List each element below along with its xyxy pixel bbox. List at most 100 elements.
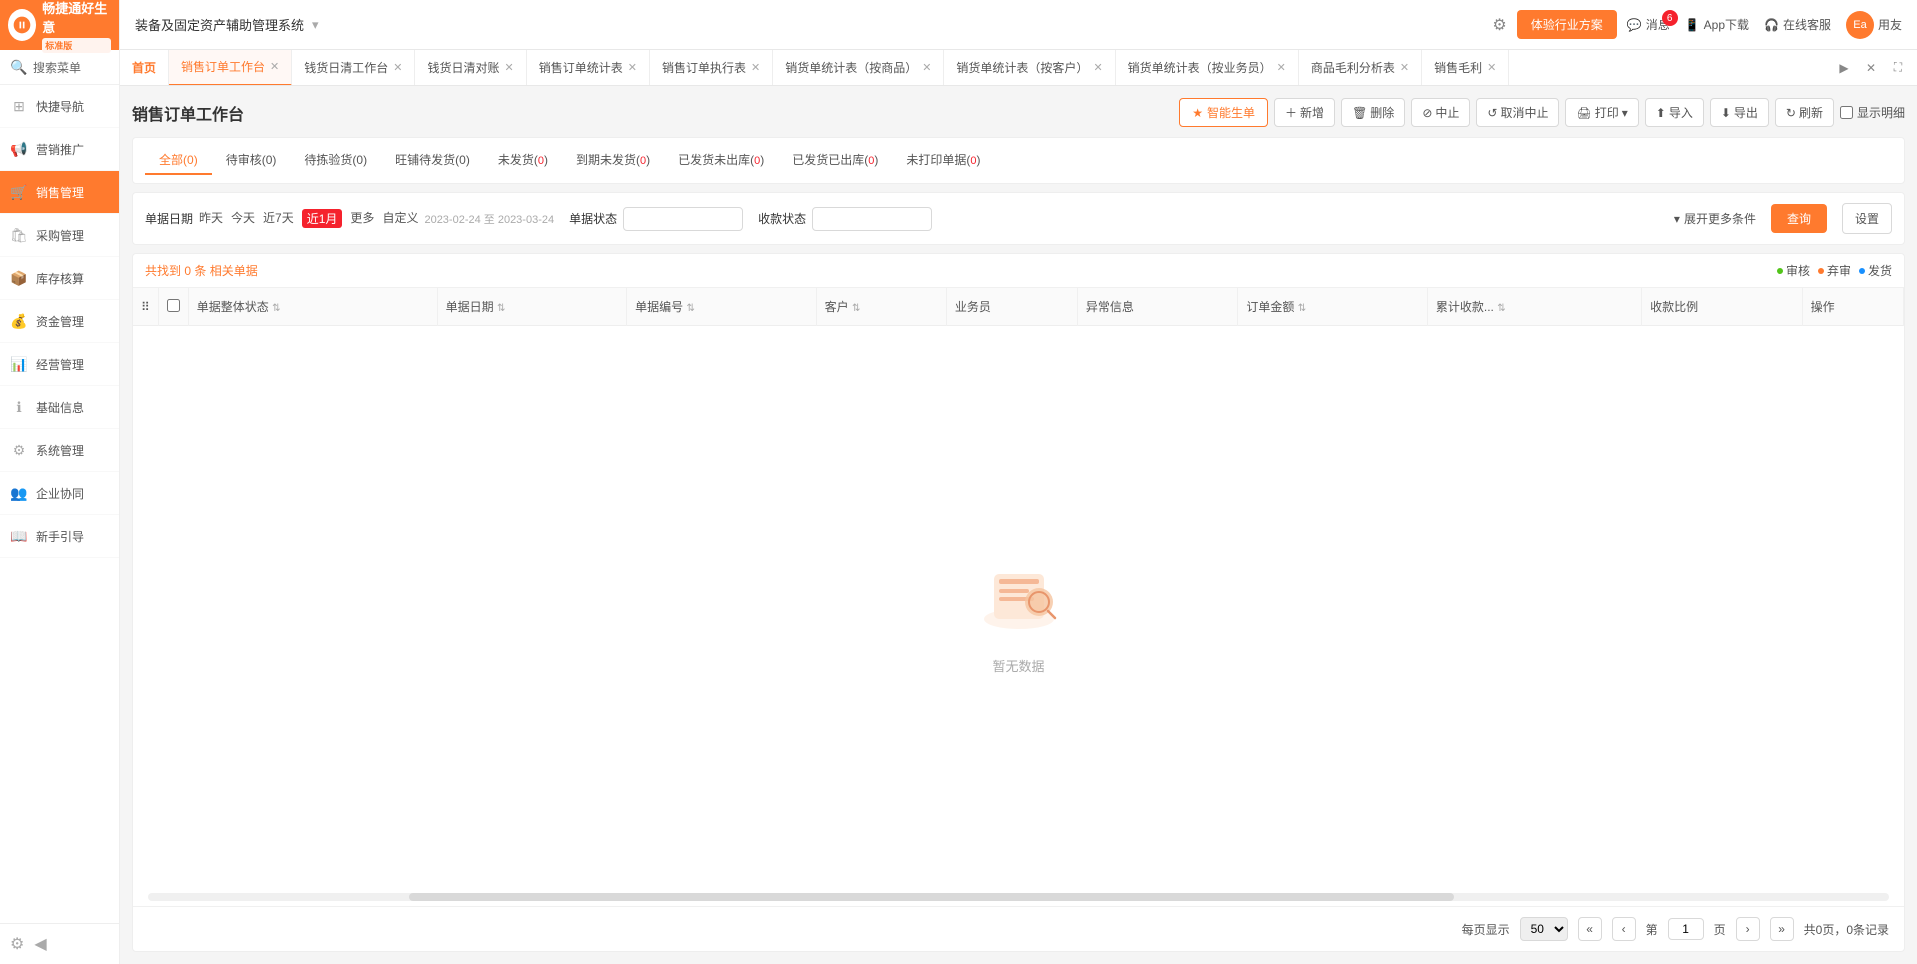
filter-tab-shipped-out[interactable]: 已发货已出库(0) <box>778 146 892 175</box>
tab-maximize[interactable]: ⛶ <box>1887 57 1909 79</box>
tab-sales-stats-product[interactable]: 销货单统计表（按商品） ✕ <box>773 50 944 86</box>
tab-close-stats-customer[interactable]: ✕ <box>1093 61 1102 74</box>
tab-close-cash-daily[interactable]: ✕ <box>393 61 402 74</box>
tab-close-sales-workbench[interactable]: ✕ <box>270 60 279 73</box>
sidebar-item-finance[interactable]: 💰 资金管理 <box>0 300 119 343</box>
tab-close-product-margin[interactable]: ✕ <box>1400 61 1409 74</box>
date-7days[interactable]: 近7天 <box>263 209 294 228</box>
date-range-display: 2023-02-24 至 2023-03-24 <box>424 211 554 227</box>
tab-close-sales-profit[interactable]: ✕ <box>1487 61 1496 74</box>
filter-tab-shipped-not-out[interactable]: 已发货未出库(0) <box>664 146 778 175</box>
sidebar-item-basic-info[interactable]: ℹ 基础信息 <box>0 386 119 429</box>
payment-select[interactable] <box>812 207 932 231</box>
tab-close-cash-reconcile[interactable]: ✕ <box>505 61 514 74</box>
status-filter-label: 单据状态 <box>569 210 617 227</box>
tab-sales-exec[interactable]: 销售订单执行表 ✕ <box>650 50 773 86</box>
date-yesterday[interactable]: 昨天 <box>199 209 223 228</box>
plus-icon: ＋ <box>1285 104 1297 121</box>
expand-filter-button[interactable]: ▾ 展开更多条件 <box>1674 210 1756 227</box>
print-button[interactable]: 🖨 打印 ▾ <box>1565 98 1638 127</box>
status-select[interactable] <box>623 207 743 231</box>
sort-amount-icon[interactable]: ⇅ <box>1298 303 1306 314</box>
sidebar-item-quick-nav[interactable]: ⊞ 快捷导航 <box>0 85 119 128</box>
tab-cash-daily[interactable]: 钱货日清工作台 ✕ <box>292 50 415 86</box>
app-download-button[interactable]: 📱 App下载 <box>1685 16 1749 33</box>
chart-icon: 📊 <box>10 355 28 373</box>
stop-button[interactable]: ⊘ 中止 <box>1411 98 1470 127</box>
tab-close-stats-product[interactable]: ✕ <box>922 61 931 74</box>
tab-sales-stats-customer[interactable]: 销货单统计表（按客户） ✕ <box>944 50 1115 86</box>
select-all-checkbox[interactable] <box>167 299 180 312</box>
sidebar-item-guide[interactable]: 📖 新手引导 <box>0 515 119 558</box>
sort-collected-icon[interactable]: ⇅ <box>1497 303 1505 314</box>
show-detail-input[interactable] <box>1840 106 1853 119</box>
next-page-button[interactable]: › <box>1736 917 1760 941</box>
tab-sales-stats-staff[interactable]: 销货单统计表（按业务员） ✕ <box>1116 50 1299 86</box>
export-button[interactable]: ⬇ 导出 <box>1710 98 1769 127</box>
sort-number-icon[interactable]: ⇅ <box>686 303 694 314</box>
import-button[interactable]: ⬆ 导入 <box>1645 98 1704 127</box>
filter-tab-overdue-ship[interactable]: 到期未发货(0) <box>562 146 664 175</box>
tab-sales-stats[interactable]: 销售订单统计表 ✕ <box>527 50 650 86</box>
approve-action[interactable]: 审核 <box>1777 262 1810 279</box>
filter-tab-not-shipped[interactable]: 未发货(0) <box>484 146 562 175</box>
message-button[interactable]: 💬 消息 6 <box>1627 16 1670 33</box>
tab-home[interactable]: 首页 <box>120 50 169 86</box>
topbar-settings-icon[interactable]: ⚙ <box>1492 15 1506 35</box>
sidebar-item-sales[interactable]: 🛒 销售管理 <box>0 171 119 214</box>
refresh-button[interactable]: ↻ 刷新 <box>1775 98 1834 127</box>
horizontal-scrollbar[interactable] <box>148 893 1889 901</box>
filter-tab-wangpu-ship[interactable]: 旺铺待发货(0) <box>381 146 484 175</box>
sidebar-item-enterprise[interactable]: 👥 企业协同 <box>0 472 119 515</box>
sort-date-icon[interactable]: ⇅ <box>497 303 505 314</box>
query-button[interactable]: 查询 <box>1771 204 1827 233</box>
topbar-dropdown-icon[interactable]: ▾ <box>312 17 319 33</box>
filter-tab-all[interactable]: 全部(0) <box>145 146 212 175</box>
settings-icon[interactable]: ⚙ <box>10 934 24 954</box>
reject-action[interactable]: 弃审 <box>1818 262 1851 279</box>
ship-action[interactable]: 发货 <box>1859 262 1892 279</box>
online-service-button[interactable]: 🎧 在线客服 <box>1764 16 1831 33</box>
sidebar-item-search[interactable]: 🔍 搜索菜单 <box>0 50 119 85</box>
date-today[interactable]: 今天 <box>231 209 255 228</box>
cancel-stop-button[interactable]: ↺ 取消中止 <box>1476 98 1559 127</box>
first-page-button[interactable]: « <box>1578 917 1602 941</box>
scrollbar-thumb[interactable] <box>409 893 1454 901</box>
sidebar-item-inventory[interactable]: 📦 库存核算 <box>0 257 119 300</box>
filter-tab-pending-check[interactable]: 待拣验货(0) <box>290 146 381 175</box>
page-size-select[interactable]: 50 <box>1520 917 1568 941</box>
tab-close-sales-exec[interactable]: ✕ <box>751 61 760 74</box>
tab-cash-reconcile[interactable]: 钱货日清对账 ✕ <box>415 50 526 86</box>
date-custom[interactable]: 自定义 <box>382 209 418 228</box>
collapse-icon[interactable]: ◀ <box>34 934 46 954</box>
tab-sales-profit[interactable]: 销售毛利 ✕ <box>1422 50 1509 86</box>
sort-customer-icon[interactable]: ⇅ <box>852 303 860 314</box>
add-button[interactable]: ＋ 新增 <box>1274 98 1335 127</box>
set-button[interactable]: 设置 <box>1842 203 1892 234</box>
tab-product-margin[interactable]: 商品毛利分析表 ✕ <box>1299 50 1422 86</box>
date-1month[interactable]: 近1月 <box>302 209 343 228</box>
sort-status-icon[interactable]: ⇅ <box>272 303 280 314</box>
filter-row: 单据日期 昨天 今天 近7天 近1月 更多 自定义 2023-02-24 至 2… <box>132 192 1905 245</box>
sidebar-item-purchase[interactable]: 🛍 采购管理 <box>0 214 119 257</box>
solution-button[interactable]: 体验行业方案 <box>1517 10 1617 39</box>
prev-page-button[interactable]: ‹ <box>1612 917 1636 941</box>
sidebar-item-operation[interactable]: 📊 经营管理 <box>0 343 119 386</box>
sidebar-item-system[interactable]: ⚙ 系统管理 <box>0 429 119 472</box>
delete-button[interactable]: 🗑 删除 <box>1341 98 1405 127</box>
show-detail-checkbox[interactable]: 显示明细 <box>1840 104 1905 121</box>
page-number-input[interactable] <box>1668 918 1704 940</box>
tab-close-all[interactable]: ✕ <box>1860 57 1882 79</box>
user-menu[interactable]: Ea 用友 <box>1846 11 1902 39</box>
last-page-button[interactable]: » <box>1770 917 1794 941</box>
date-more[interactable]: 更多 <box>350 209 374 228</box>
print-chevron-icon: ▾ <box>1622 106 1628 120</box>
tab-sales-workbench[interactable]: 销售订单工作台 ✕ <box>169 50 292 86</box>
sidebar-item-marketing[interactable]: 📢 营销推广 <box>0 128 119 171</box>
smart-order-button[interactable]: ★ 智能生单 <box>1179 98 1268 127</box>
filter-tab-pending[interactable]: 待审核(0) <box>212 146 291 175</box>
tab-scroll-right[interactable]: ▶ <box>1833 57 1855 79</box>
tab-close-stats-staff[interactable]: ✕ <box>1277 61 1286 74</box>
tab-close-sales-stats[interactable]: ✕ <box>628 61 637 74</box>
filter-tab-not-printed[interactable]: 未打印单据(0) <box>892 146 994 175</box>
